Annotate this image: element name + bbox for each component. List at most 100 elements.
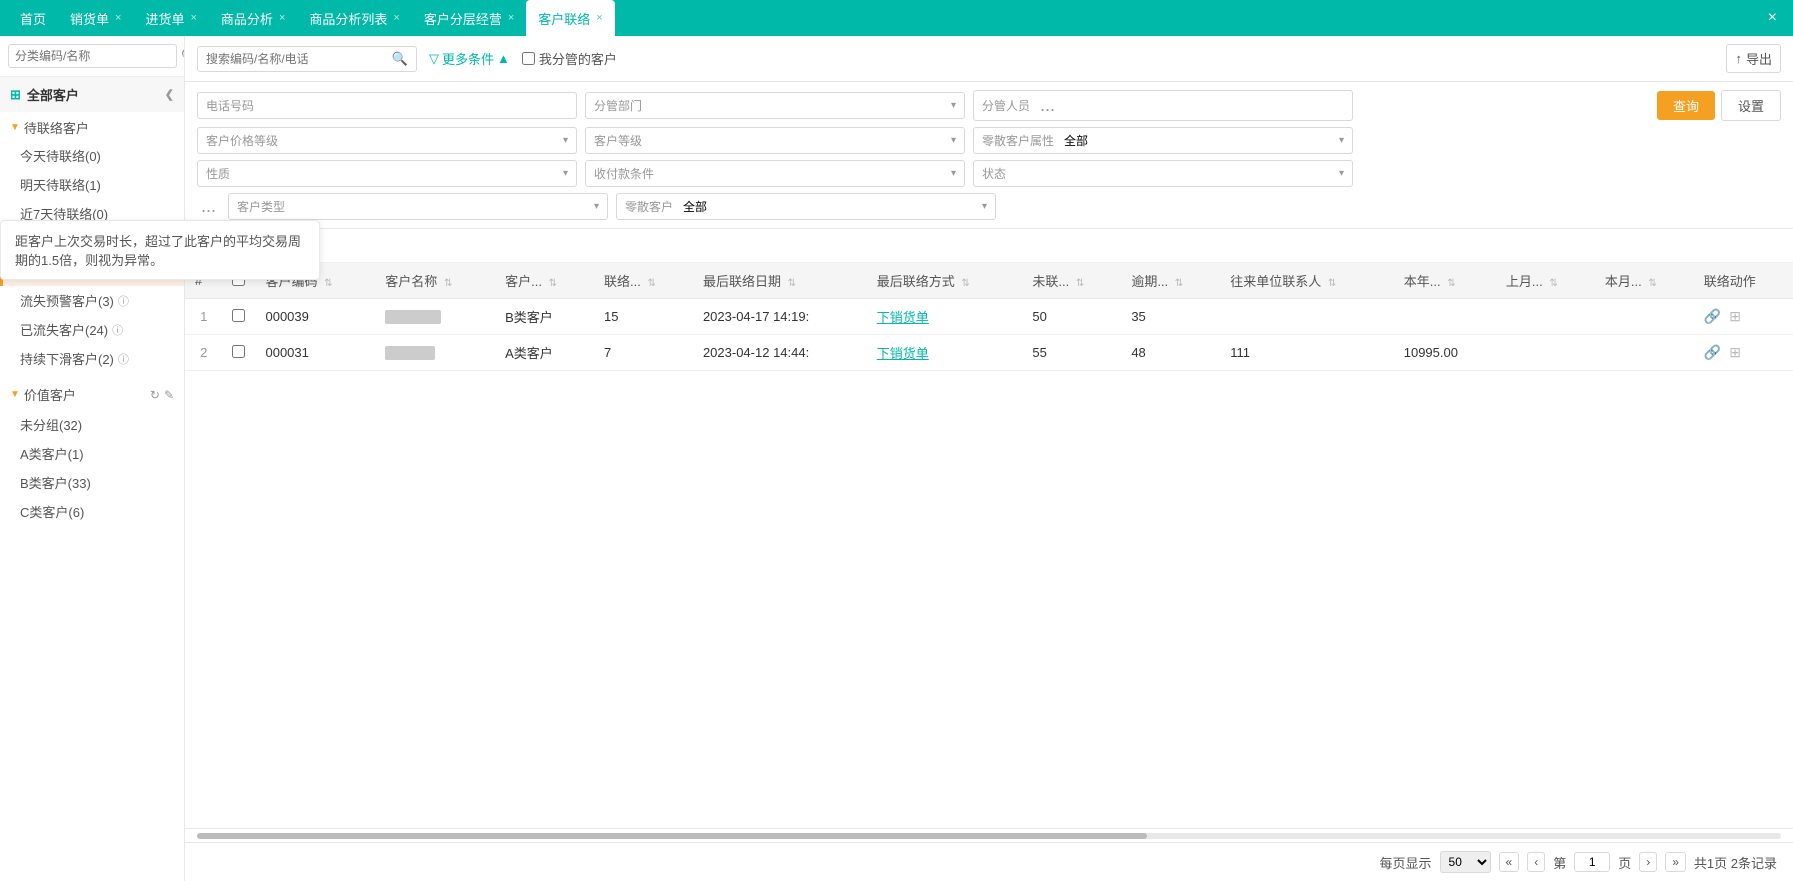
more-conditions-toggle[interactable]: ▽ 更多条件 ▲ [429, 49, 510, 68]
settings-button[interactable]: 设置 [1721, 90, 1781, 121]
row-1-checkbox[interactable] [232, 309, 245, 322]
col-name: 客户名称 ⇅ [375, 263, 495, 299]
content-area: 🔍 ▽ 更多条件 ▲ 我分管的客户 ↑ 导出 电话号码 [185, 36, 1793, 881]
value-arrow-icon: ▼ [10, 389, 20, 400]
search-input[interactable] [206, 52, 392, 66]
value-customers-section: ▼ 价值客户 ↻ ✎ 未分组(32) A类客户(1) B类客户(33) C类客户… [0, 379, 184, 526]
next-page-button[interactable]: › [1639, 852, 1657, 872]
row-2-contacts: 7 [594, 335, 693, 371]
col-action: 联络动作 [1694, 263, 1793, 299]
status-dropdown-icon: ▾ [1339, 168, 1344, 179]
close-tab-product-analysis[interactable]: × [279, 12, 285, 24]
sidebar-refresh-btn[interactable]: ↻ [150, 388, 160, 402]
sidebar-item-ungrouped[interactable]: 未分组(32) [0, 410, 184, 439]
sidebar-item-class-c[interactable]: C类客户(6) [0, 497, 184, 526]
sidebar-item-today-contact[interactable]: 今天待联络(0) [0, 141, 184, 170]
first-page-button[interactable]: « [1499, 852, 1520, 872]
manager-more-icon[interactable]: ... [1036, 95, 1059, 116]
export-icon: ↑ [1735, 51, 1742, 66]
nav-tab-sales[interactable]: 销货单 × [58, 0, 133, 36]
table-toolbar: ⚙ [185, 229, 1793, 263]
sidebar-value-title[interactable]: ▼ 价值客户 ↻ ✎ [0, 379, 184, 410]
close-tab-purchase[interactable]: × [190, 12, 196, 24]
row-2-last-way-link[interactable]: 下销货单 [877, 346, 929, 361]
sort-this-year-icon: ⇅ [1447, 278, 1455, 289]
sidebar-item-churned[interactable]: 已流失客户(24) ⓘ [0, 315, 184, 344]
nav-tab-product-analysis[interactable]: 商品分析 × [209, 0, 297, 36]
nav-tab-home[interactable]: 首页 [8, 0, 58, 36]
filter-retail-customer[interactable]: 零散客户 全部 ▾ [616, 193, 996, 220]
nav-tab-customer-contact[interactable]: 客户联络 × [526, 0, 614, 36]
sidebar: 🔍 ⊞ 全部客户 ❮ ▼ 待联络客户 今天待联络(0) 明天待联络(1) 近7天… [0, 36, 185, 881]
row-2-name-blurred: ████ [385, 346, 435, 360]
my-customers-checkbox[interactable] [522, 52, 535, 65]
close-tab-sales[interactable]: × [115, 12, 121, 24]
row-1-link-icon[interactable]: 🔗 [1704, 308, 1721, 325]
row-1-contacts: 15 [594, 299, 693, 335]
filter-price-level[interactable]: 客户价格等级 ▾ [197, 127, 577, 154]
row-2-link-icon[interactable]: 🔗 [1704, 344, 1721, 361]
close-tab-customer-contact[interactable]: × [596, 12, 602, 24]
close-tab-customer-tier[interactable]: × [508, 12, 514, 24]
prev-page-button[interactable]: ‹ [1527, 852, 1545, 872]
nav-tab-customer-tier[interactable]: 客户分层经营 × [412, 0, 526, 36]
sidebar-group-pending-contact[interactable]: ▼ 待联络客户 [0, 112, 184, 141]
horizontal-scrollbar[interactable] [197, 833, 1781, 839]
row-2-code: 000031 [255, 335, 375, 371]
sort-last-month-icon: ⇅ [1549, 278, 1557, 289]
more-dot-icon[interactable]: ... [197, 196, 220, 217]
close-all-tabs[interactable]: × [1760, 9, 1785, 27]
col-overdue: 逾期... ⇅ [1121, 263, 1220, 299]
row-2-grid-icon[interactable]: ⊞ [1729, 344, 1741, 361]
filter-payment[interactable]: 收付款条件 ▾ [585, 160, 965, 187]
row-1-uncontacted: 50 [1022, 299, 1121, 335]
sidebar-edit-btn[interactable]: ✎ [164, 388, 174, 402]
adv-filter-row-4: ... 客户类型 ▾ 零散客户 全部 ▾ [197, 193, 1781, 220]
export-button[interactable]: ↑ 导出 [1726, 44, 1781, 73]
page-size-select[interactable]: 50 100 [1440, 851, 1491, 873]
filter-phone-input[interactable] [260, 99, 568, 113]
gender-dropdown-icon: ▾ [563, 168, 568, 179]
col-last-way: 最后联络方式 ⇅ [867, 263, 1023, 299]
sidebar-item-class-a[interactable]: A类客户(1) [0, 439, 184, 468]
nav-tab-purchase[interactable]: 进货单 × [133, 0, 208, 36]
filter-status[interactable]: 状态 ▾ [973, 160, 1353, 187]
row-2-checkbox[interactable] [232, 345, 245, 358]
horizontal-scrollbar-area [185, 828, 1793, 842]
sidebar-item-churn-warning[interactable]: 流失预警客户(3) ⓘ [0, 286, 184, 315]
scrollbar-thumb[interactable] [197, 833, 1147, 839]
sort-this-month-icon: ⇅ [1648, 278, 1656, 289]
col-uncontacted: 未联... ⇅ [1022, 263, 1121, 299]
row-1-last-month [1496, 299, 1595, 335]
query-button[interactable]: 查询 [1657, 91, 1715, 120]
row-1-last-way-link[interactable]: 下销货单 [877, 310, 929, 325]
my-customers-checkbox-wrap[interactable]: 我分管的客户 [522, 49, 617, 68]
sidebar-item-declining[interactable]: 持续下滑客户(2) ⓘ [0, 344, 184, 373]
row-1-this-month [1595, 299, 1694, 335]
sidebar-search-input[interactable] [8, 44, 177, 68]
last-page-button[interactable]: » [1665, 852, 1686, 872]
filter-gender[interactable]: 性质 ▾ [197, 160, 577, 187]
filter-customer-type[interactable]: 客户类型 ▾ [228, 193, 608, 220]
sidebar-item-tomorrow-contact[interactable]: 明天待联络(1) [0, 170, 184, 199]
group-arrow-icon: ▼ [10, 122, 20, 133]
advanced-filter: 电话号码 分管部门 ▾ 分管人员 ... 查询 设置 [185, 82, 1793, 229]
row-2-last-date: 2023-04-12 14:44: [693, 335, 867, 371]
row-1-grid-icon[interactable]: ⊞ [1729, 308, 1741, 325]
page-input[interactable] [1574, 852, 1610, 872]
filter-manager[interactable]: 分管人员 ... [973, 90, 1353, 121]
per-page-label: 每页显示 [1380, 853, 1432, 872]
row-1-name: ██████ [375, 299, 495, 335]
nav-tab-product-list[interactable]: 商品分析列表 × [297, 0, 411, 36]
tooltip-box: 距客户上次交易时长，超过了此客户的平均交易周期的1.5倍，则视为异常。 [0, 220, 185, 280]
sort-code-icon: ⇅ [324, 278, 332, 289]
sidebar-collapse-button[interactable]: ❮ [165, 88, 174, 101]
filter-retail-attr[interactable]: 零散客户属性 全部 ▾ [973, 127, 1353, 154]
filter-department[interactable]: 分管部门 ▾ [585, 92, 965, 119]
sidebar-item-class-b[interactable]: B类客户(33) [0, 468, 184, 497]
row-2-this-year: 10995.00 [1394, 335, 1496, 371]
filter-customer-level[interactable]: 客户等级 ▾ [585, 127, 965, 154]
search-button[interactable]: 🔍 [392, 51, 408, 67]
close-tab-product-list[interactable]: × [393, 12, 399, 24]
chevron-up-icon: ▲ [497, 51, 510, 66]
